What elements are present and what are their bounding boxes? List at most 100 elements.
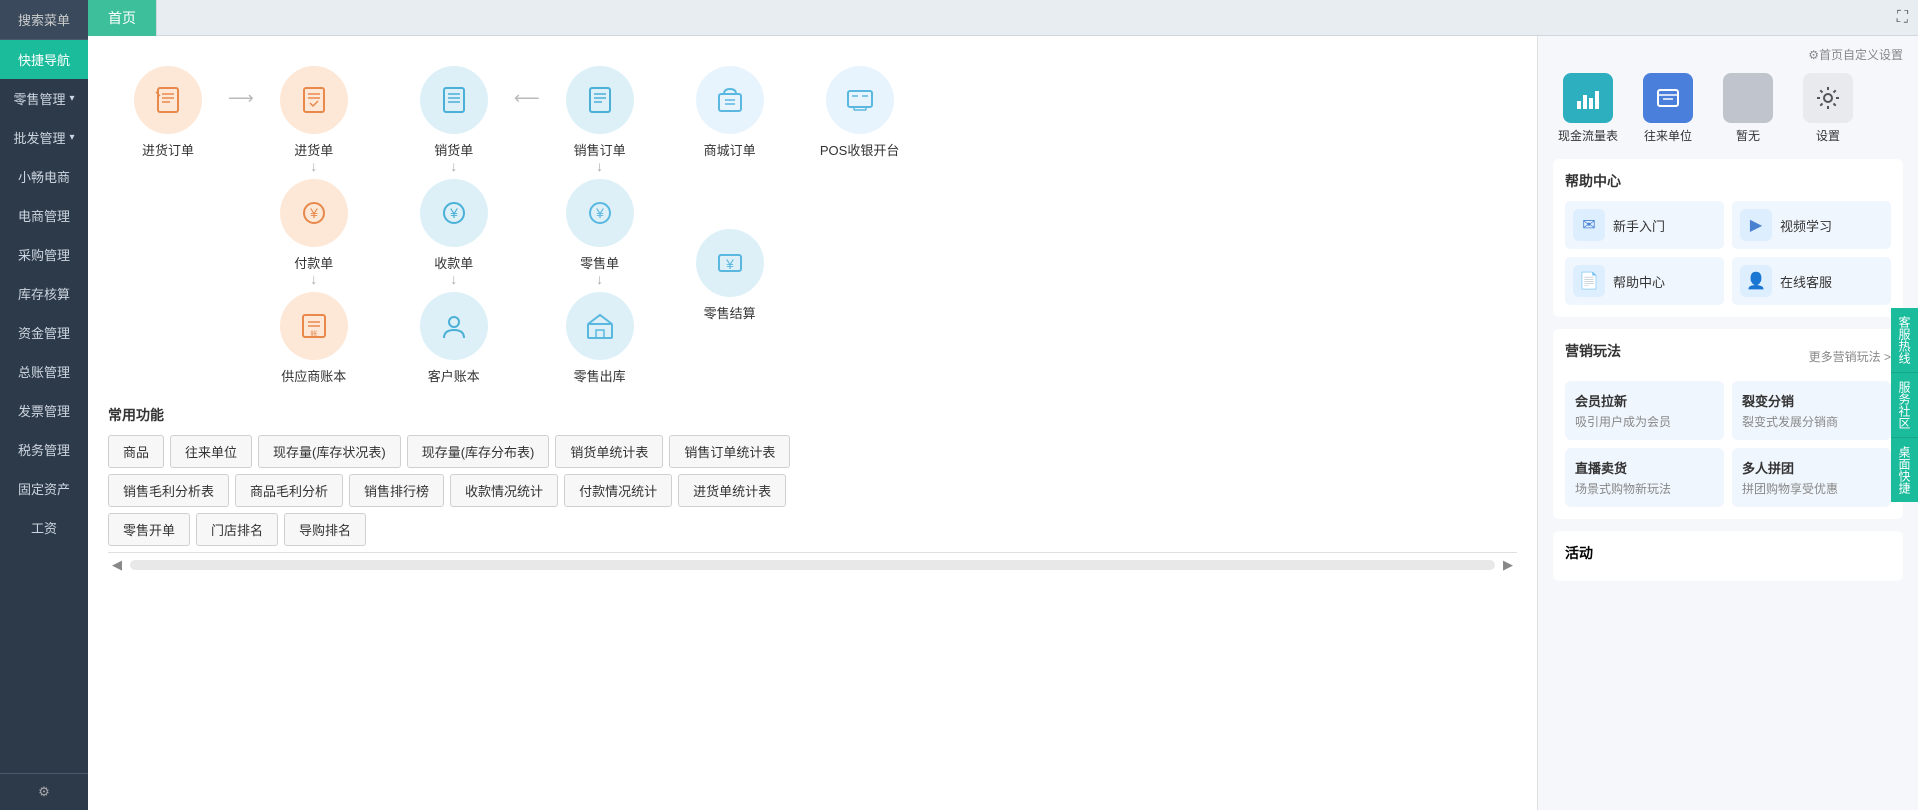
market-group[interactable]: 多人拼团 拼团购物享受优惠 <box>1732 448 1891 507</box>
purchase-slip-node[interactable]: 进货单 <box>254 66 374 159</box>
func-btn-payment-stat[interactable]: 付款情况统计 <box>564 474 672 507</box>
purchase-slip-group: 进货单 ↓ ¥ 付款单 ↓ <box>254 66 374 385</box>
sales-order-node[interactable]: 销售订单 <box>540 66 660 159</box>
svg-text:帐: 帐 <box>310 329 317 338</box>
customer-book-icon <box>420 292 488 360</box>
supplier-book-label: 供应商账本 <box>281 366 346 385</box>
sidebar-item-label: 固定资产 <box>18 479 70 498</box>
sales-slip-node[interactable]: 销货单 <box>394 66 514 159</box>
func-btn-purchase-stat[interactable]: 进货单统计表 <box>678 474 786 507</box>
customer-book-node[interactable]: 客户账本 <box>394 292 514 385</box>
common-functions-title: 常用功能 <box>108 405 1517 425</box>
func-btn-goods[interactable]: 商品 <box>108 435 164 468</box>
float-community[interactable]: 服务社区 <box>1891 373 1918 438</box>
mall-order-node[interactable]: 商城订单 <box>670 66 790 159</box>
func-btn-goods-margin[interactable]: 商品毛利分析 <box>235 474 343 507</box>
market-member-title: 会员拉新 <box>1575 391 1714 410</box>
help-center-title: 帮助中心 <box>1565 171 1891 191</box>
func-btn-partners[interactable]: 往来单位 <box>170 435 252 468</box>
sidebar-item-ecom[interactable]: 电商管理 <box>0 196 88 235</box>
marketing-card: 营销玩法 更多营销玩法 > 会员拉新 吸引用户成为会员 裂变分销 裂变式发展分销… <box>1553 329 1903 519</box>
scroll-track[interactable] <box>130 560 1495 570</box>
gear-icon: ⚙ <box>1808 48 1819 62</box>
sidebar-item-inventory[interactable]: 库存核算 <box>0 274 88 313</box>
func-btn-sales-order-stat[interactable]: 销售订单统计表 <box>669 435 790 468</box>
settings-quick-icon <box>1803 73 1853 123</box>
market-fission[interactable]: 裂变分销 裂变式发展分销商 <box>1732 381 1891 440</box>
svg-text:¥: ¥ <box>449 205 458 221</box>
sidebar-settings[interactable]: ⚙ <box>0 773 88 810</box>
search-menu-item[interactable]: 搜索菜单 <box>0 0 88 40</box>
func-btn-receipt-stat[interactable]: 收款情况统计 <box>450 474 558 507</box>
func-btn-row-2: 销售毛利分析表 商品毛利分析 销售排行榜 收款情况统计 付款情况统计 进货单统计… <box>108 474 1517 507</box>
sidebar-item-ecom-small[interactable]: 小畅电商 <box>0 157 88 196</box>
quick-partners[interactable]: 往来单位 <box>1633 73 1703 144</box>
sidebar-item-tax[interactable]: 税务管理 <box>0 430 88 469</box>
sidebar-item-retail[interactable]: 零售管理 ▾ <box>0 79 88 118</box>
sidebar-item-finance[interactable]: 资金管理 <box>0 313 88 352</box>
payment-slip-node[interactable]: ¥ 付款单 <box>254 179 374 272</box>
func-btn-sales-stat[interactable]: 销货单统计表 <box>555 435 663 468</box>
purchase-order-label: 进货订单 <box>142 140 194 159</box>
arrow-po-ps: ⟶ <box>228 88 254 109</box>
common-functions: 常用功能 商品 往来单位 现存量(库存状况表) 现存量(库存分布表) 销货单统计… <box>108 405 1517 546</box>
scroll-right-arrow[interactable]: ▶ <box>1499 557 1517 573</box>
func-btn-retail-order[interactable]: 零售开单 <box>108 513 190 546</box>
supplier-book-node[interactable]: 帐 供应商账本 <box>254 292 374 385</box>
tab-bar: 首页 ⛶ <box>88 0 1918 36</box>
sidebar-item-quick-nav[interactable]: 快捷导航 <box>0 40 88 79</box>
more-marketing-link[interactable]: 更多营销玩法 > <box>1809 348 1891 365</box>
help-docs[interactable]: 📄 帮助中心 <box>1565 257 1724 305</box>
func-btn-guide-rank[interactable]: 导购排名 <box>284 513 366 546</box>
sidebar-item-wholesale[interactable]: 批发管理 ▾ <box>0 118 88 157</box>
quick-cashflow[interactable]: 现金流量表 <box>1553 73 1623 144</box>
pos-open-node[interactable]: POS收银开台 <box>800 66 920 159</box>
sidebar-item-label: 工资 <box>31 518 57 537</box>
scroll-left-arrow[interactable]: ◀ <box>108 557 126 573</box>
float-customer-service[interactable]: 客服热线 <box>1891 308 1918 373</box>
svg-text:¥: ¥ <box>309 205 318 221</box>
help-video[interactable]: ▶ 视频学习 <box>1732 201 1891 249</box>
receipt-slip-node[interactable]: ¥ 收款单 <box>394 179 514 272</box>
empty-label: 暂无 <box>1736 127 1760 144</box>
func-btn-stock-status[interactable]: 现存量(库存状况表) <box>258 435 401 468</box>
sidebar-item-assets[interactable]: 固定资产 <box>0 469 88 508</box>
quick-settings[interactable]: 设置 <box>1793 73 1863 144</box>
chevron-down-icon: ▾ <box>69 132 74 143</box>
retail-slip-node[interactable]: ¥ 零售单 <box>540 179 660 272</box>
sidebar-item-payroll[interactable]: 工资 <box>0 508 88 547</box>
content-area: 进货订单 ⟶ 进货单 ↓ <box>88 36 1918 810</box>
purchase-order-node[interactable]: 进货订单 <box>108 66 228 159</box>
sidebar-item-label: 库存核算 <box>18 284 70 303</box>
market-live[interactable]: 直播卖货 场景式购物新玩法 <box>1565 448 1724 507</box>
help-service[interactable]: 👤 在线客服 <box>1732 257 1891 305</box>
float-desktop[interactable]: 桌面快捷 <box>1891 438 1918 502</box>
market-member[interactable]: 会员拉新 吸引用户成为会员 <box>1565 381 1724 440</box>
func-btn-store-rank[interactable]: 门店排名 <box>196 513 278 546</box>
retail-settle-node[interactable]: ¥ 零售结算 <box>670 229 790 322</box>
func-btn-sales-margin[interactable]: 销售毛利分析表 <box>108 474 229 507</box>
quick-empty[interactable]: 暂无 <box>1713 73 1783 144</box>
tab-home[interactable]: 首页 <box>88 0 157 36</box>
func-btn-stock-dist[interactable]: 现存量(库存分布表) <box>407 435 550 468</box>
retail-warehouse-node[interactable]: 零售出库 <box>540 292 660 385</box>
down-arrow-rs: ↓ <box>596 272 603 288</box>
sidebar-item-ledger[interactable]: 总账管理 <box>0 352 88 391</box>
sidebar-item-purchase[interactable]: 采购管理 <box>0 235 88 274</box>
expand-button[interactable]: ⛶ <box>1887 9 1918 27</box>
sales-order-group: 销售订单 ↓ ¥ 零售单 ↓ <box>540 66 660 385</box>
sales-slip-group: 销货单 ↓ ¥ 收款单 ↓ <box>394 66 514 385</box>
svg-text:¥: ¥ <box>595 205 604 221</box>
market-fission-desc: 裂变式发展分销商 <box>1742 413 1881 430</box>
sales-slip-label: 销货单 <box>434 140 473 159</box>
help-beginner[interactable]: ✉ 新手入门 <box>1565 201 1724 249</box>
video-icon: ▶ <box>1740 209 1772 241</box>
purchase-slip-icon <box>280 66 348 134</box>
sidebar-item-label: 总账管理 <box>18 362 70 381</box>
func-btn-sales-rank[interactable]: 销售排行榜 <box>349 474 444 507</box>
customize-label[interactable]: 首页自定义设置 <box>1819 46 1903 63</box>
sidebar-item-invoice[interactable]: 发票管理 <box>0 391 88 430</box>
partners-label: 往来单位 <box>1644 127 1692 144</box>
main-area: 首页 ⛶ 进货订单 <box>88 0 1918 810</box>
retail-settle-icon: ¥ <box>696 229 764 297</box>
